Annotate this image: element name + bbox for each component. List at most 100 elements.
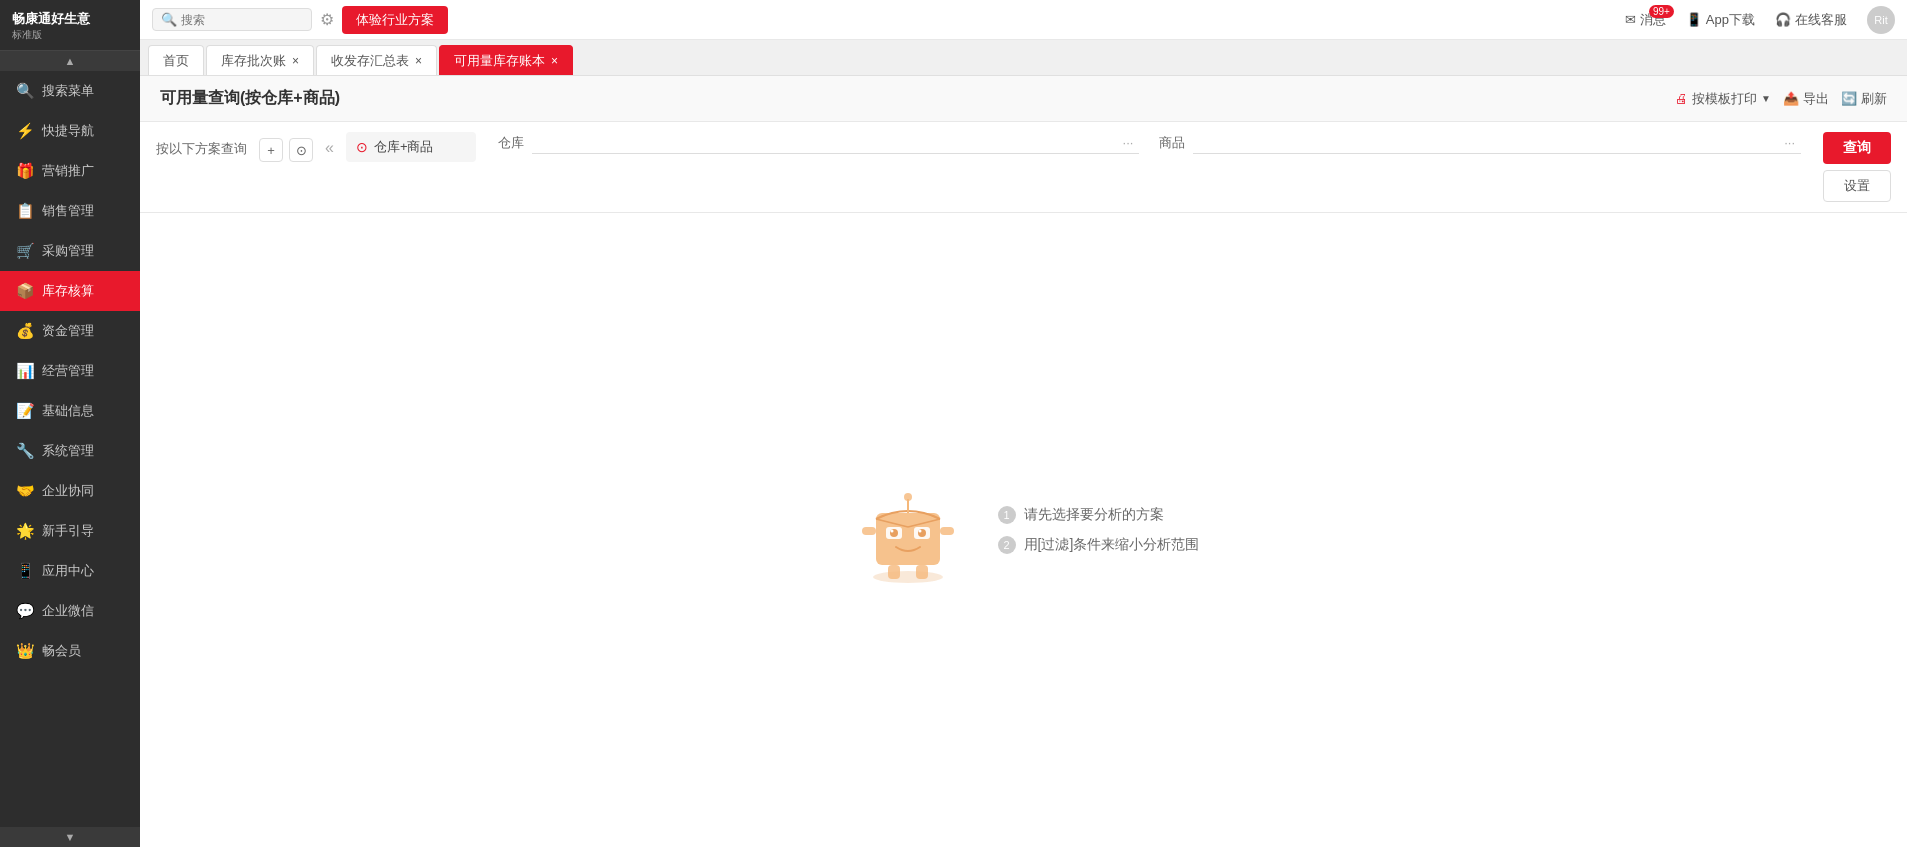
- tab-batch[interactable]: 库存批次账×: [206, 45, 314, 75]
- sidebar-item-inventory[interactable]: 📦库存核算: [0, 271, 140, 311]
- refresh-icon: 🔄: [1841, 91, 1857, 106]
- sidebar-item-purchase[interactable]: 🛒采购管理: [0, 231, 140, 271]
- app-name: 畅康通好生意: [12, 10, 128, 28]
- sidebar-icon-appstore: 📱: [16, 562, 34, 580]
- tab-label-available: 可用量库存账本: [454, 52, 545, 70]
- sidebar-item-sales[interactable]: 📋 销售管理: [0, 191, 140, 231]
- add-scheme-button[interactable]: +: [259, 138, 283, 162]
- tab-close-summary[interactable]: ×: [415, 54, 422, 68]
- filter-submit-area: 查询 设置: [1823, 132, 1891, 202]
- tab-close-available[interactable]: ×: [551, 54, 558, 68]
- collapse-button[interactable]: «: [325, 132, 334, 157]
- search-box[interactable]: 🔍: [152, 8, 312, 31]
- sidebar-label-wechat: 企业微信: [42, 602, 94, 620]
- gear-icon[interactable]: ⚙: [320, 10, 334, 29]
- refresh-label: 刷新: [1861, 90, 1887, 108]
- sidebar-label-sales: 销售管理: [42, 202, 94, 220]
- chevron-down-icon: ▼: [1761, 93, 1771, 104]
- sidebar-label-cooperation: 企业协同: [42, 482, 94, 500]
- filter-fields: 仓库 ··· 商品 ···: [488, 132, 1811, 154]
- sidebar-item-basic[interactable]: 📝 基础信息: [0, 391, 140, 431]
- product-input[interactable]: [1199, 135, 1780, 150]
- tab-available[interactable]: 可用量库存账本 ×: [439, 45, 573, 75]
- sidebar-icon-quick-nav: ⚡: [16, 122, 34, 140]
- sidebar-item-member[interactable]: 👑畅会员: [0, 631, 140, 671]
- content-area: 可用量查询(按仓库+商品) 🖨 按模板打印 ▼ 📤 导出 🔄 刷新 按以下: [140, 76, 1907, 847]
- tab-label-home: 首页: [163, 52, 189, 70]
- topbar-right: ✉ 99+ 消息 📱 App下载 🎧 在线客服 Rit: [1625, 6, 1895, 34]
- step-2-text: 用[过滤]条件来缩小分析范围: [1024, 536, 1200, 554]
- svg-rect-12: [862, 527, 876, 535]
- product-input-wrapper[interactable]: ···: [1193, 132, 1801, 154]
- message-item[interactable]: ✉ 99+ 消息: [1625, 11, 1666, 29]
- filter-action-buttons: + ⊙: [259, 132, 313, 162]
- sidebar-icon-basic: 📝: [16, 402, 34, 420]
- sidebar-icon-cooperation: 🤝: [16, 482, 34, 500]
- search-icon: 🔍: [161, 12, 177, 27]
- query-button[interactable]: 查询: [1823, 132, 1891, 164]
- empty-step-2: 2 用[过滤]条件来缩小分析范围: [998, 536, 1200, 554]
- sidebar-label-purchase: 采购管理: [42, 242, 94, 260]
- svg-rect-14: [888, 565, 900, 579]
- sidebar-icon-inventory: 📦: [16, 282, 34, 300]
- sidebar-item-system[interactable]: 🔧 系统管理: [0, 431, 140, 471]
- avatar[interactable]: Rit: [1867, 6, 1895, 34]
- svg-point-0: [873, 571, 943, 583]
- step-1-text: 请先选择要分析的方案: [1024, 506, 1164, 524]
- sidebar-icon-system: 🔧: [16, 442, 34, 460]
- sidebar-item-finance[interactable]: 💰 资金管理: [0, 311, 140, 351]
- table-settings-button[interactable]: 设置: [1823, 170, 1891, 202]
- sidebar-icon-sales: 📋: [16, 202, 34, 220]
- sidebar-scroll-down[interactable]: ▼: [0, 827, 140, 847]
- print-button[interactable]: 🖨 按模板打印 ▼: [1675, 90, 1771, 108]
- warehouse-input-wrapper[interactable]: ···: [532, 132, 1140, 154]
- warehouse-label: 仓库: [498, 134, 524, 152]
- sidebar-item-cooperation[interactable]: 🤝 企业协同: [0, 471, 140, 511]
- product-field: 商品 ···: [1159, 132, 1801, 154]
- app-download-item[interactable]: 📱 App下载: [1686, 11, 1755, 29]
- tab-home[interactable]: 首页: [148, 45, 204, 75]
- sidebar-icon-member: 👑: [16, 642, 34, 660]
- online-service-item[interactable]: 🎧 在线客服: [1775, 11, 1847, 29]
- refresh-button[interactable]: 🔄 刷新: [1841, 90, 1887, 108]
- user-name: Rit: [1874, 14, 1887, 26]
- sidebar-logo: 畅康通好生意 标准版: [0, 0, 140, 51]
- empty-illustration: [848, 470, 968, 590]
- product-more-icon[interactable]: ···: [1784, 135, 1795, 150]
- filter-scheme-list: ⊙ 仓库+商品: [346, 132, 476, 162]
- sidebar-label-finance: 资金管理: [42, 322, 94, 340]
- tab-label-summary: 收发存汇总表: [331, 52, 409, 70]
- tab-summary[interactable]: 收发存汇总表 ×: [316, 45, 437, 75]
- export-button[interactable]: 📤 导出: [1783, 90, 1829, 108]
- phone-icon: 📱: [1686, 12, 1702, 27]
- sidebar-item-search[interactable]: 🔍搜索菜单: [0, 71, 140, 111]
- app-download-label: App下载: [1706, 11, 1755, 29]
- sidebar-item-wechat[interactable]: 💬 企业微信: [0, 591, 140, 631]
- sidebar-label-system: 系统管理: [42, 442, 94, 460]
- scheme-item-warehouse-product[interactable]: ⊙ 仓库+商品: [346, 132, 476, 162]
- sidebar-label-quick-nav: 快捷导航: [42, 122, 94, 140]
- sidebar-item-operation[interactable]: 📊经营管理: [0, 351, 140, 391]
- sidebar-scroll-up[interactable]: ▲: [0, 51, 140, 71]
- page-actions: 🖨 按模板打印 ▼ 📤 导出 🔄 刷新: [1675, 90, 1887, 108]
- sidebar-item-appstore[interactable]: 📱应用中心: [0, 551, 140, 591]
- sidebar-label-basic: 基础信息: [42, 402, 94, 420]
- sidebar-icon-finance: 💰: [16, 322, 34, 340]
- sidebar-icon-wechat: 💬: [16, 602, 34, 620]
- scheme-icon: ⊙: [356, 139, 368, 155]
- page-title: 可用量查询(按仓库+商品): [160, 88, 340, 109]
- tab-close-batch[interactable]: ×: [292, 54, 299, 68]
- settings-scheme-button[interactable]: ⊙: [289, 138, 313, 162]
- warehouse-input[interactable]: [538, 135, 1119, 150]
- filter-area: 按以下方案查询 + ⊙ « ⊙ 仓库+商品 仓库 ···: [140, 122, 1907, 213]
- search-input[interactable]: [181, 13, 301, 27]
- sidebar-item-newbie[interactable]: 🌟新手引导: [0, 511, 140, 551]
- svg-point-8: [890, 530, 893, 533]
- trial-button[interactable]: 体验行业方案: [342, 6, 448, 34]
- sidebar-icon-operation: 📊: [16, 362, 34, 380]
- sidebar-icon-marketing: 🎁: [16, 162, 34, 180]
- sidebar-item-quick-nav[interactable]: ⚡ 快捷导航: [0, 111, 140, 151]
- sidebar-item-marketing[interactable]: 🎁营销推广: [0, 151, 140, 191]
- warehouse-more-icon[interactable]: ···: [1123, 135, 1134, 150]
- svg-point-11: [904, 493, 912, 501]
